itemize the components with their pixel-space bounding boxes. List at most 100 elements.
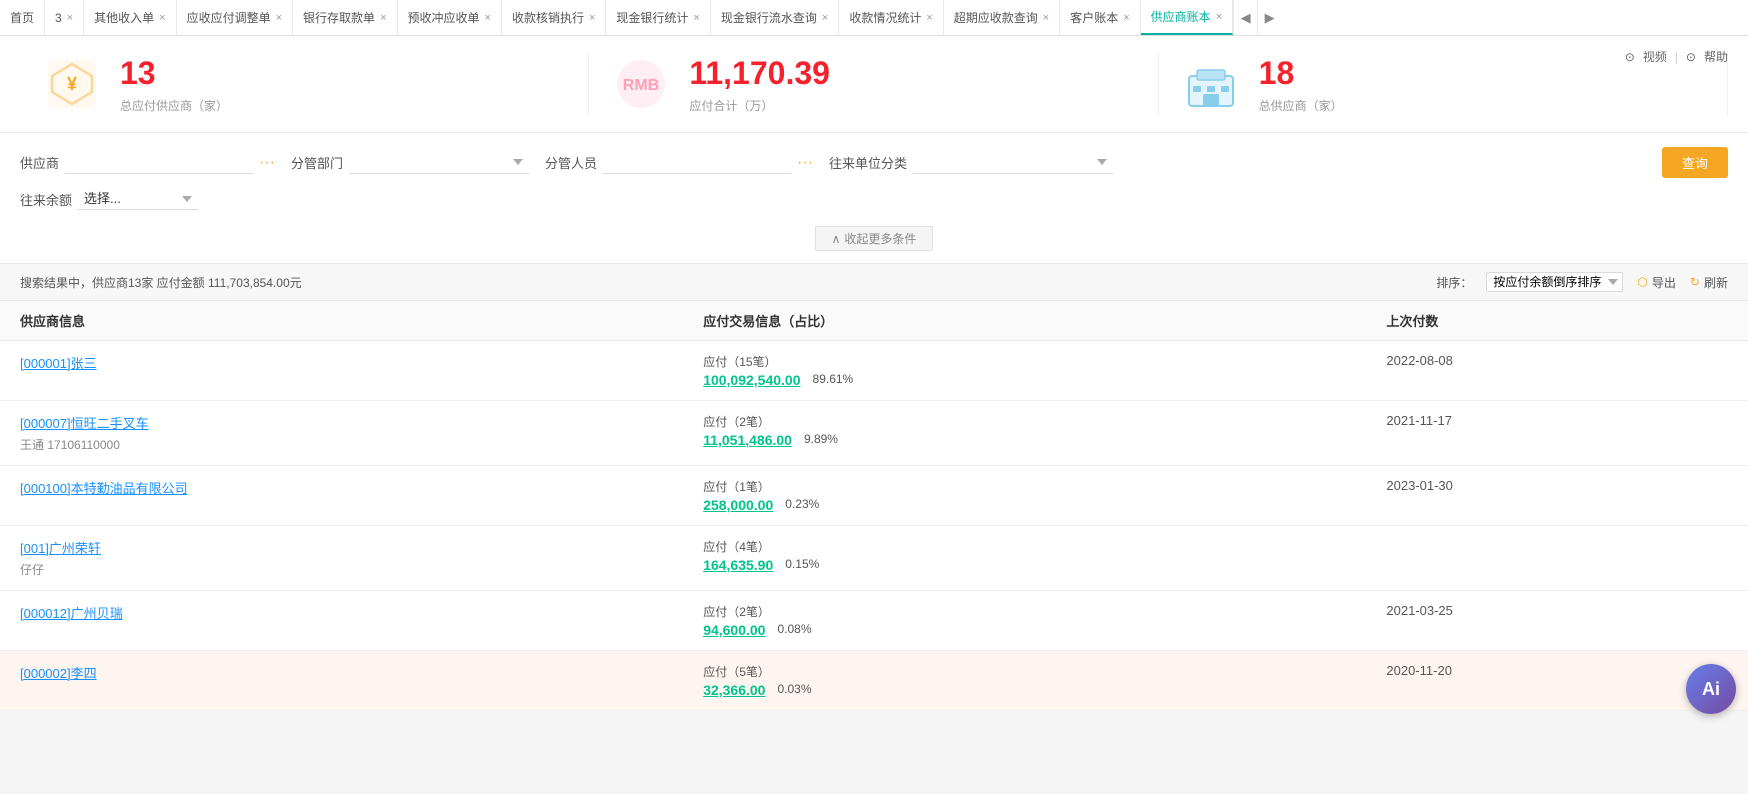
category-filter: 往来单位分类 [829,152,1113,174]
search-button[interactable]: 查询 [1662,147,1728,178]
supplier-link[interactable]: [001]广州荣轩 [20,541,101,556]
last-pay: 2020-11-20 [1386,663,1728,678]
balance-select[interactable]: 选择... [78,188,198,210]
nav-tab-collection[interactable]: 收款核销执行 × [502,0,606,35]
nav-tab-overdue-label: 超期应收款查询 [954,9,1038,26]
close-icon[interactable]: × [926,12,932,24]
supplier-input[interactable] [65,152,253,174]
nav-tab-cash-stat[interactable]: 现金银行统计 × [606,0,710,35]
nav-tab-supplier-ledger-label: 供应商账本 [1151,8,1211,25]
category-select[interactable] [913,152,1113,174]
nav-tab-prepay-label: 预收冲应收单 [408,9,480,26]
tx-amount[interactable]: 32,366.00 [703,682,765,698]
close-icon[interactable]: × [1123,12,1129,24]
filter-row-1: 供应商 ··· 分管部门 分管人员 ··· 往来单位分类 查询 [20,147,1728,178]
close-icon[interactable]: × [1216,11,1222,23]
close-icon[interactable]: × [159,12,165,24]
dept-select[interactable] [349,152,529,174]
close-icon[interactable]: × [67,12,73,24]
supplier-name: 恒旺二手叉车 [71,416,149,431]
nav-tab-cash-flow[interactable]: 现金银行流水查询 × [711,0,839,35]
close-icon[interactable]: × [276,12,282,24]
nav-tab-prepay[interactable]: 预收冲应收单 × [398,0,502,35]
supplier-info: [000001]张三 [20,353,703,372]
nav-next-arrow[interactable]: ▶ [1257,0,1281,35]
sort-select[interactable]: 按应付余额倒序排序 [1486,272,1623,292]
tx-amount[interactable]: 100,092,540.00 [703,372,800,388]
supplier-name: 张三 [71,356,97,371]
nav-tab-customer-ledger-label: 客户账本 [1070,9,1118,26]
result-text: 搜索结果中，供应商13家 应付金额 111,703,854.00元 [20,274,302,291]
nav-tab-customer-ledger[interactable]: 客户账本 × [1060,0,1140,35]
payable-total-icon: RMB [609,52,673,116]
table-row: [001]广州荣轩 仔仔 应付（4笔） 164,635.90 0.15% [0,526,1748,591]
stat-number-total-suppliers: 18 [1259,54,1343,92]
supplier-name: 广州贝瑞 [71,606,123,621]
supplier-link[interactable]: [000100]本特勤油品有限公司 [20,481,188,496]
video-icon: ⊙ [1625,50,1635,64]
tx-percent: 0.03% [777,682,811,696]
nav-tab-overdue[interactable]: 超期应收款查询 × [944,0,1060,35]
person-input[interactable] [603,152,791,174]
video-link[interactable]: 视频 [1643,48,1667,65]
tx-info: 应付（2笔） 11,051,486.00 9.89% [703,413,1386,448]
ai-fab-button[interactable]: Ai [1686,664,1736,714]
nav-tab-collection-stat[interactable]: 收款情况统计 × [839,0,943,35]
stat-label-suppliers-payable: 总应付供应商（家） [120,97,228,114]
supplier-link[interactable]: [000007]恒旺二手叉车 [20,416,149,431]
person-dots[interactable]: ··· [797,154,813,172]
table-row: [000100]本特勤油品有限公司 应付（1笔） 258,000.00 0.23… [0,466,1748,526]
ai-fab-label: Ai [1702,679,1720,700]
close-icon[interactable]: × [380,12,386,24]
table-row: [000002]李四 应付（5笔） 32,366.00 0.03% 2020-1… [0,651,1748,711]
nav-tab-home[interactable]: 首页 [0,0,45,35]
close-icon[interactable]: × [589,12,595,24]
supplier-link[interactable]: [000012]广州贝瑞 [20,606,123,621]
supplier-code: [000100] [20,481,71,496]
collapse-icon: ∧ [832,232,841,246]
export-label: 导出 [1652,274,1676,291]
collapse-label: 收起更多条件 [844,230,916,247]
export-icon: ⬡ [1637,275,1647,289]
nav-prev-arrow[interactable]: ◀ [1233,0,1257,35]
filter-row-2: 往来余额 选择... [20,188,1728,210]
nav-tab-other-income[interactable]: 其他收入单 × [84,0,176,35]
refresh-button[interactable]: ↻ 刷新 [1690,274,1728,291]
dept-filter: 分管部门 [291,152,529,174]
tx-info: 应付（15笔） 100,092,540.00 89.61% [703,353,1386,388]
export-button[interactable]: ⬡ 导出 [1637,274,1676,291]
table-row: [000012]广州贝瑞 应付（2笔） 94,600.00 0.08% 2021… [0,591,1748,651]
close-icon[interactable]: × [485,12,491,24]
tx-amount[interactable]: 258,000.00 [703,497,773,513]
nav-tab-bank[interactable]: 银行存取款单 × [293,0,397,35]
collapse-button[interactable]: ∧ 收起更多条件 [815,226,934,251]
nav-tab-supplier-ledger[interactable]: 供应商账本 × [1141,0,1233,35]
nav-tab-bank-label: 银行存取款单 [303,9,375,26]
tx-amount[interactable]: 11,051,486.00 [703,432,792,448]
nav-tab-ar-ap[interactable]: 应收应付调整单 × [177,0,293,35]
nav-tab-collection-stat-label: 收款情况统计 [849,9,921,26]
svg-text:¥: ¥ [67,74,77,94]
stat-number-payable-total: 11,170.39 [689,54,830,92]
help-icon: ⊙ [1686,50,1696,64]
tx-row: 11,051,486.00 9.89% [703,430,1386,448]
col-header-supplier: 供应商信息 [20,311,703,330]
tx-amount[interactable]: 94,600.00 [703,622,765,638]
stat-label-payable-total: 应付合计（万） [689,97,830,114]
stat-info-suppliers-payable: 13 总应付供应商（家） [120,54,228,113]
help-link[interactable]: 帮助 [1704,48,1728,65]
close-icon[interactable]: × [1043,12,1049,24]
nav-tab-other-income-label: 其他收入单 [94,9,154,26]
tx-percent: 0.08% [777,622,811,636]
nav-tab-3[interactable]: 3 × [45,0,84,35]
supplier-link[interactable]: [000002]李四 [20,666,97,681]
close-icon[interactable]: × [693,12,699,24]
tx-amount[interactable]: 164,635.90 [703,557,773,573]
table-row: [000007]恒旺二手叉车 王通 17106110000 应付（2笔） 11,… [0,401,1748,466]
nav-tab-3-label: 3 [55,11,62,25]
supplier-dots[interactable]: ··· [259,154,275,172]
supplier-link[interactable]: [000001]张三 [20,356,97,371]
supplier-name: 李四 [71,666,97,681]
close-icon[interactable]: × [822,12,828,24]
stat-card-suppliers-payable: ¥ 13 总应付供应商（家） [20,52,589,116]
